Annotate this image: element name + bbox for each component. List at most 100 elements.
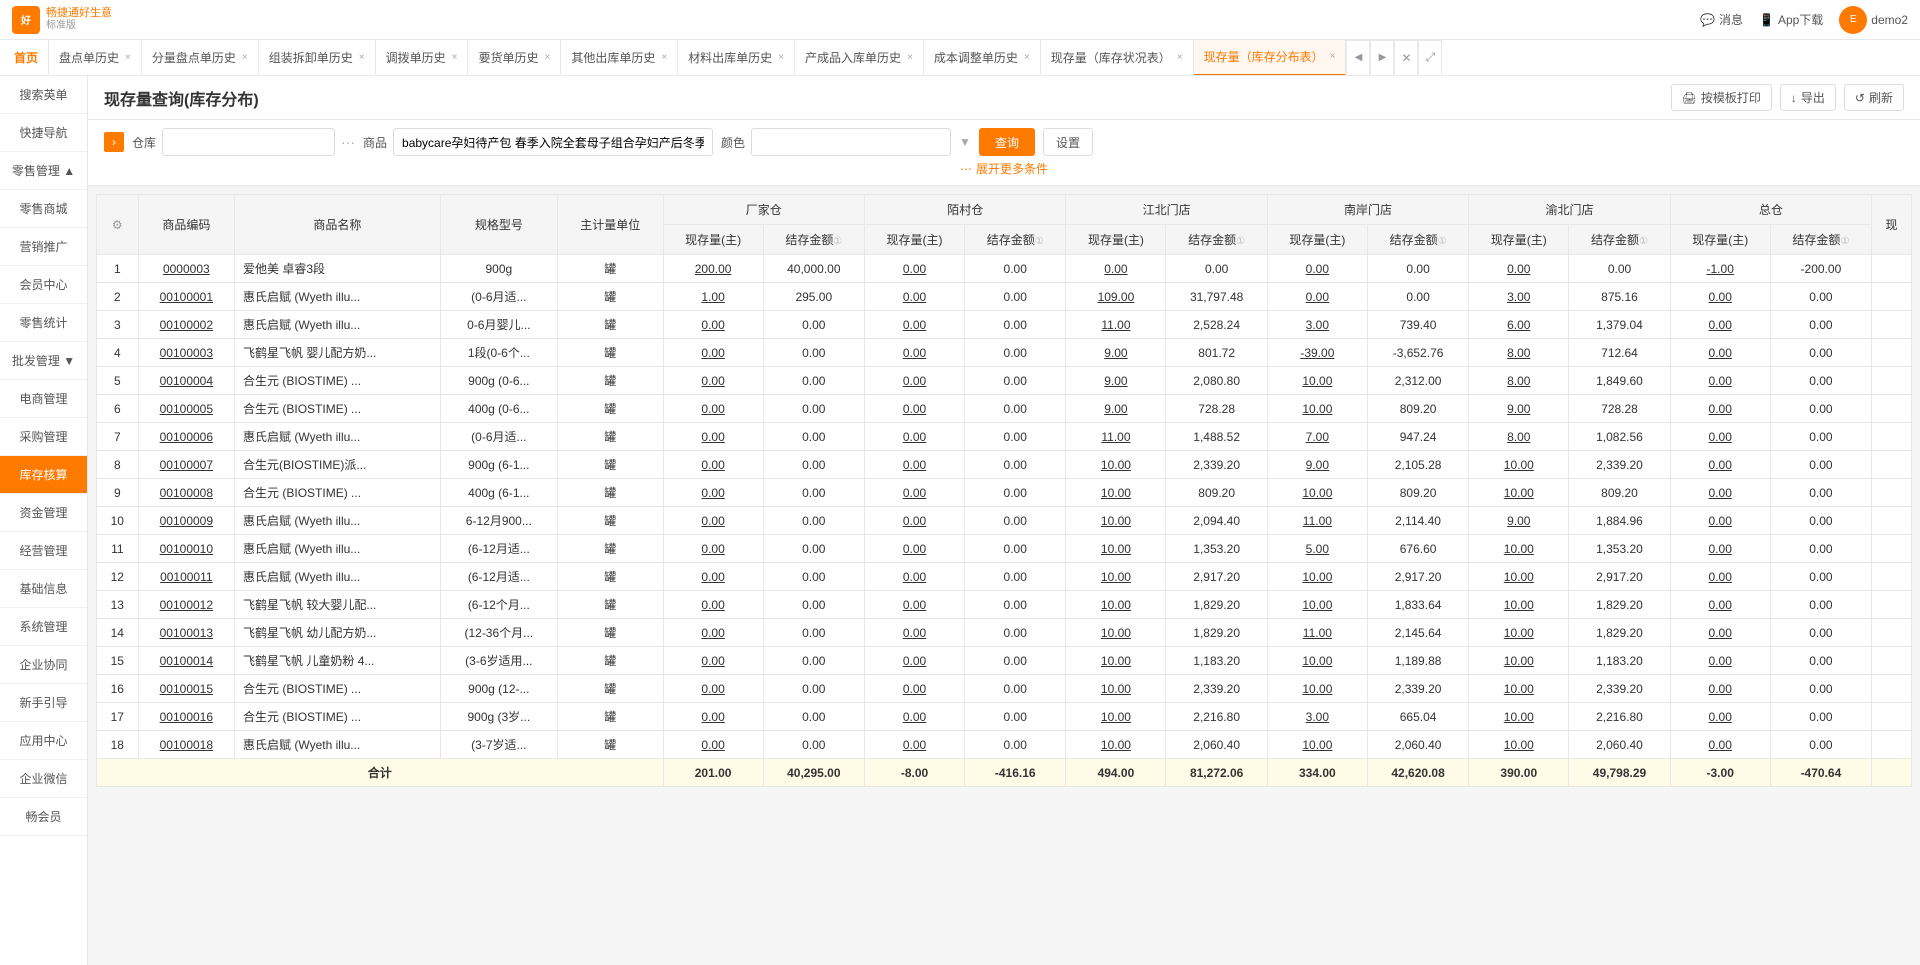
row-c3-qty[interactable]: 10.00 <box>1066 479 1166 507</box>
row-c3-qty[interactable]: 11.00 <box>1066 423 1166 451</box>
row-c4-qty[interactable]: 10.00 <box>1267 591 1367 619</box>
row-c5-qty[interactable]: 10.00 <box>1469 451 1569 479</box>
row-c4-qty[interactable]: 0.00 <box>1267 283 1367 311</box>
row-c5-qty[interactable]: 3.00 <box>1469 283 1569 311</box>
row-c4-qty[interactable]: 7.00 <box>1267 423 1367 451</box>
row-total-qty[interactable]: 0.00 <box>1670 619 1770 647</box>
row-c4-qty[interactable]: 10.00 <box>1267 731 1367 759</box>
row-c3-qty[interactable]: 10.00 <box>1066 703 1166 731</box>
row-code[interactable]: 0000003 <box>138 255 234 283</box>
row-total-qty[interactable]: 0.00 <box>1670 451 1770 479</box>
app-download-btn[interactable]: 📱 App下载 <box>1759 11 1823 28</box>
row-total-qty[interactable]: 0.00 <box>1670 703 1770 731</box>
row-c5-qty[interactable]: 6.00 <box>1469 311 1569 339</box>
row-c5-qty[interactable]: 10.00 <box>1469 591 1569 619</box>
row-c1-qty[interactable]: 0.00 <box>663 675 763 703</box>
row-c5-qty[interactable]: 10.00 <box>1469 535 1569 563</box>
row-c4-qty[interactable]: 10.00 <box>1267 563 1367 591</box>
row-c1-qty[interactable]: 1.00 <box>663 283 763 311</box>
row-c2-qty[interactable]: 0.00 <box>865 395 965 423</box>
sidebar-item-finance[interactable]: 资金管理 <box>0 494 87 532</box>
refresh-btn[interactable]: ↺ 刷新 <box>1844 84 1904 111</box>
row-c1-qty[interactable]: 0.00 <box>663 535 763 563</box>
sidebar-item-base[interactable]: 基础信息 <box>0 570 87 608</box>
tab-assembly[interactable]: 组装拆卸单历史 × <box>259 40 376 76</box>
row-c2-qty[interactable]: 0.00 <box>865 647 965 675</box>
row-total-qty[interactable]: 0.00 <box>1670 283 1770 311</box>
row-c4-qty[interactable]: -39.00 <box>1267 339 1367 367</box>
row-c5-qty[interactable]: 8.00 <box>1469 423 1569 451</box>
row-c5-qty[interactable]: 9.00 <box>1469 507 1569 535</box>
row-c3-qty[interactable]: 10.00 <box>1066 451 1166 479</box>
row-c2-qty[interactable]: 0.00 <box>865 423 965 451</box>
warehouse-input[interactable] <box>162 128 335 156</box>
row-c5-qty[interactable]: 10.00 <box>1469 563 1569 591</box>
query-btn[interactable]: 查询 <box>979 128 1035 156</box>
row-c4-qty[interactable]: 10.00 <box>1267 395 1367 423</box>
row-c3-qty[interactable]: 10.00 <box>1066 675 1166 703</box>
row-c1-qty[interactable]: 0.00 <box>663 619 763 647</box>
row-c3-qty[interactable]: 9.00 <box>1066 395 1166 423</box>
row-code[interactable]: 00100012 <box>138 591 234 619</box>
row-total-qty[interactable]: 0.00 <box>1670 535 1770 563</box>
row-c5-qty[interactable]: 0.00 <box>1469 255 1569 283</box>
sidebar-item-marketing[interactable]: 营销推广 <box>0 228 87 266</box>
row-c1-qty[interactable]: 0.00 <box>663 395 763 423</box>
row-c1-qty[interactable]: 0.00 <box>663 311 763 339</box>
row-total-qty[interactable]: 0.00 <box>1670 507 1770 535</box>
row-c2-qty[interactable]: 0.00 <box>865 339 965 367</box>
color-dropdown-icon[interactable]: ▼ <box>959 135 971 149</box>
row-c3-qty[interactable]: 9.00 <box>1066 367 1166 395</box>
row-c5-qty[interactable]: 10.00 <box>1469 703 1569 731</box>
sidebar-item-retail-mall[interactable]: 零售商城 <box>0 190 87 228</box>
row-c1-qty[interactable]: 0.00 <box>663 703 763 731</box>
row-c2-qty[interactable]: 0.00 <box>865 255 965 283</box>
sidebar-item-wholesale[interactable]: 批发管理 ▼ <box>0 342 87 380</box>
row-c2-qty[interactable]: 0.00 <box>865 675 965 703</box>
close-icon[interactable]: × <box>452 52 458 63</box>
row-c5-qty[interactable]: 8.00 <box>1469 367 1569 395</box>
row-c1-qty[interactable]: 0.00 <box>663 451 763 479</box>
row-c4-qty[interactable]: 5.00 <box>1267 535 1367 563</box>
row-code[interactable]: 00100005 <box>138 395 234 423</box>
row-c3-qty[interactable]: 11.00 <box>1066 311 1166 339</box>
print-btn[interactable]: 🖨 按模板打印 <box>1671 84 1772 111</box>
close-icon[interactable]: × <box>778 52 784 63</box>
row-c3-qty[interactable]: 109.00 <box>1066 283 1166 311</box>
tab-inventory-check[interactable]: 盘点单历史 × <box>49 40 142 76</box>
sidebar-item-retail-mgr[interactable]: 零售管理 ▲ <box>0 152 87 190</box>
row-c4-qty[interactable]: 3.00 <box>1267 703 1367 731</box>
tab-other-out[interactable]: 其他出库单历史 × <box>561 40 678 76</box>
row-code[interactable]: 00100016 <box>138 703 234 731</box>
row-c1-qty[interactable]: 0.00 <box>663 647 763 675</box>
tab-order[interactable]: 要货单历史 × <box>468 40 561 76</box>
row-c1-qty[interactable]: 0.00 <box>663 367 763 395</box>
row-code[interactable]: 00100006 <box>138 423 234 451</box>
sidebar-item-search[interactable]: 搜索英单 <box>0 76 87 114</box>
row-c4-qty[interactable]: 3.00 <box>1267 311 1367 339</box>
sidebar-item-nav[interactable]: 快捷导航 <box>0 114 87 152</box>
row-c3-qty[interactable]: 0.00 <box>1066 255 1166 283</box>
tab-split-check[interactable]: 分量盘点单历史 × <box>142 40 259 76</box>
row-code[interactable]: 00100007 <box>138 451 234 479</box>
row-c5-qty[interactable]: 10.00 <box>1469 479 1569 507</box>
row-code[interactable]: 00100009 <box>138 507 234 535</box>
tab-home[interactable]: 首页 <box>4 40 49 76</box>
row-code[interactable]: 00100010 <box>138 535 234 563</box>
close-icon[interactable]: × <box>907 52 913 63</box>
close-icon[interactable]: × <box>1177 52 1183 63</box>
row-c3-qty[interactable]: 10.00 <box>1066 563 1166 591</box>
sidebar-item-purchase[interactable]: 采购管理 <box>0 418 87 456</box>
row-c1-qty[interactable]: 200.00 <box>663 255 763 283</box>
nav-next-btn[interactable]: ▶ <box>1370 40 1394 76</box>
close-icon[interactable]: × <box>125 52 131 63</box>
tab-product-in[interactable]: 产成品入库单历史 × <box>795 40 924 76</box>
expand-filter-btn[interactable]: ⋯ 展开更多条件 <box>960 160 1048 177</box>
row-c3-qty[interactable]: 10.00 <box>1066 647 1166 675</box>
row-total-qty[interactable]: 0.00 <box>1670 675 1770 703</box>
tab-cost-adjust[interactable]: 成本调整单历史 × <box>924 40 1041 76</box>
filter-toggle-btn[interactable]: › <box>104 132 124 152</box>
row-c2-qty[interactable]: 0.00 <box>865 367 965 395</box>
sidebar-item-app-center[interactable]: 应用中心 <box>0 722 87 760</box>
nav-close-all-btn[interactable]: ✕ <box>1394 40 1418 76</box>
